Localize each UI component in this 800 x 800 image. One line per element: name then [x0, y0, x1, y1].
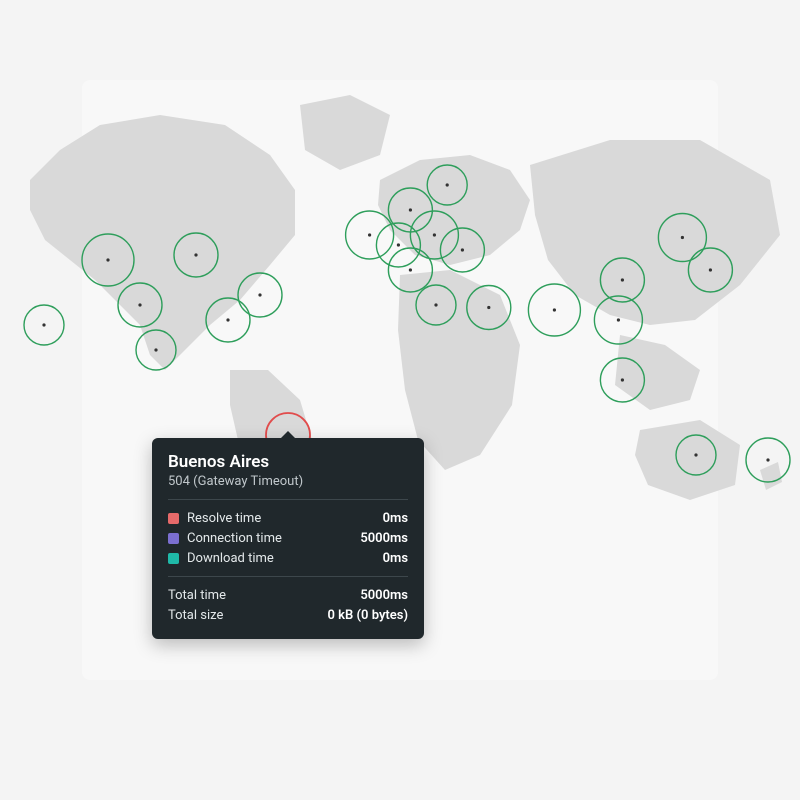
tooltip-row: Resolve time 0ms: [168, 508, 408, 528]
row-value: 0 kB (0 bytes): [328, 608, 408, 623]
divider: [168, 576, 408, 577]
row-value: 5000ms: [360, 531, 408, 546]
row-label: Total size: [168, 608, 223, 623]
stage: Buenos Aires 504 (Gateway Timeout) Resol…: [0, 0, 800, 800]
legend-swatch: [168, 513, 179, 524]
row-label: Resolve time: [187, 511, 261, 526]
tooltip-title: Buenos Aires: [168, 452, 408, 472]
tooltip-row: Download time 0ms: [168, 548, 408, 568]
map-marker-mumbai[interactable]: [528, 284, 580, 336]
tooltip-total-rows: Total time 5000ms Total size 0 kB (0 bytes): [168, 585, 408, 625]
tooltip-row: Connection time 5000ms: [168, 528, 408, 548]
tooltip-status: 504 (Gateway Timeout): [168, 474, 408, 489]
tooltip-arrow: [280, 431, 296, 439]
map-marker-hawaii[interactable]: [24, 305, 64, 345]
map-marker-new-york[interactable]: [238, 273, 282, 317]
row-label: Total time: [168, 588, 226, 603]
row-label: Download time: [187, 551, 274, 566]
tooltip-total-row: Total size 0 kB (0 bytes): [168, 605, 408, 625]
divider: [168, 499, 408, 500]
tooltip-timing-rows: Resolve time 0ms Connection time 5000ms Down…: [168, 508, 408, 568]
row-label: Connection time: [187, 531, 282, 546]
tooltip-total-row: Total time 5000ms: [168, 585, 408, 605]
legend-swatch: [168, 553, 179, 564]
location-tooltip: Buenos Aires 504 (Gateway Timeout) Resol…: [152, 438, 424, 639]
map-marker-london[interactable]: [346, 211, 394, 259]
legend-swatch: [168, 533, 179, 544]
row-value: 0ms: [383, 551, 408, 566]
row-value: 5000ms: [360, 588, 408, 603]
row-value: 0ms: [383, 511, 408, 526]
